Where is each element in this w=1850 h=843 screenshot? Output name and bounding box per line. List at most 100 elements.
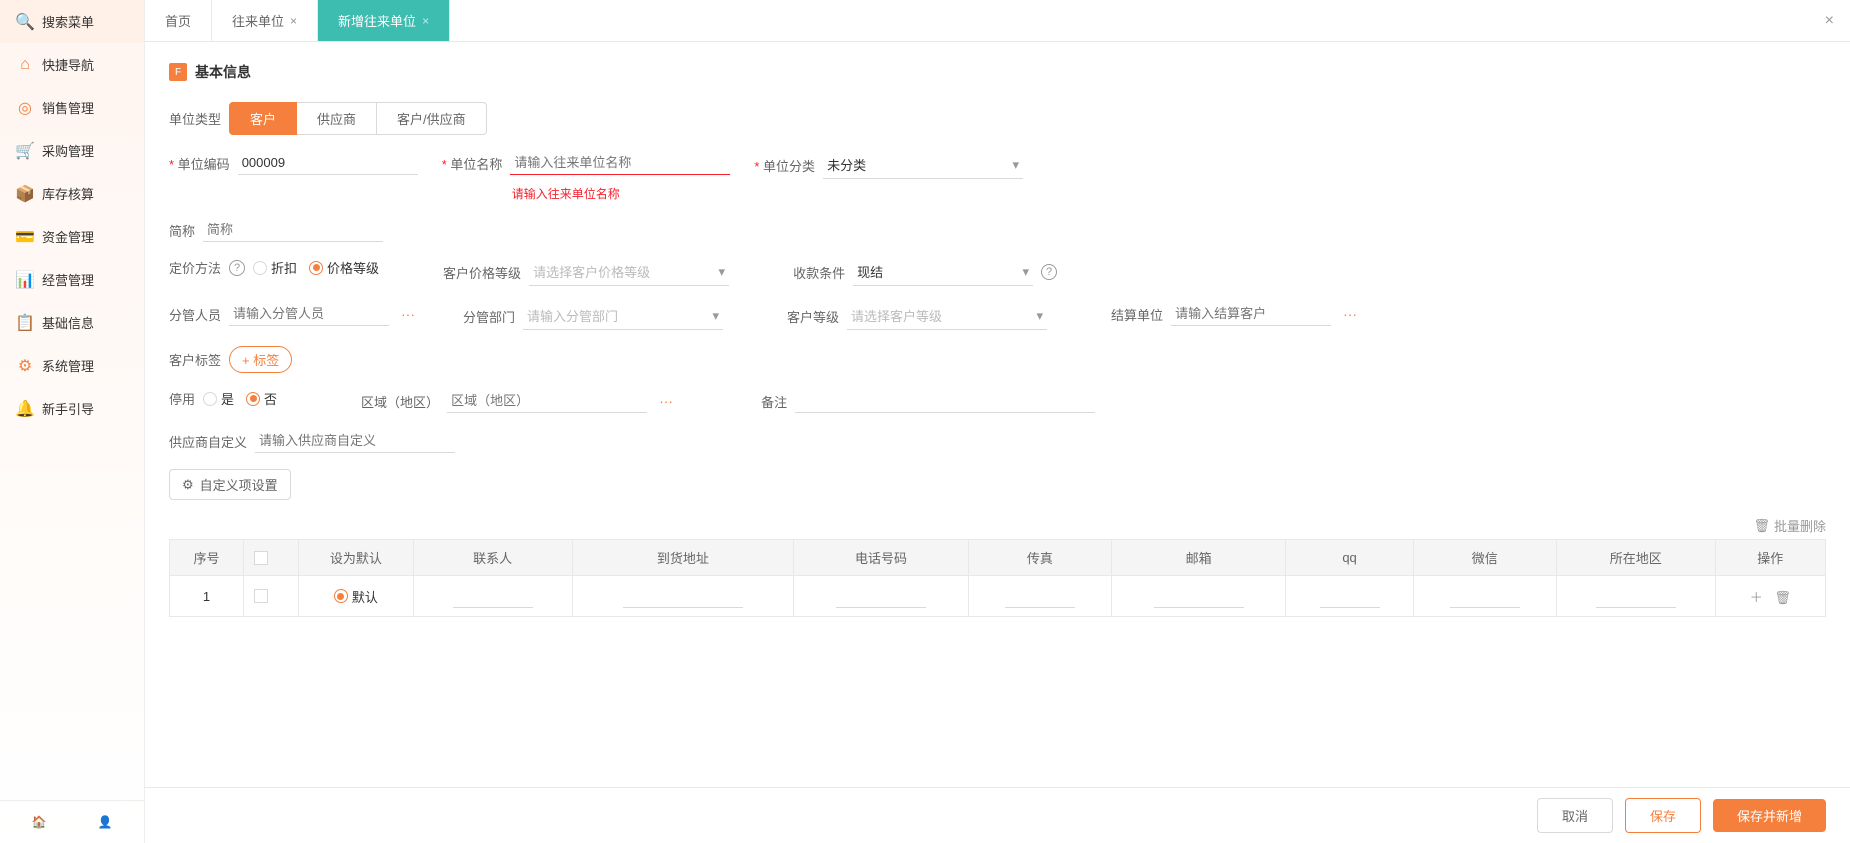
category-arrow-icon: ▾ bbox=[1013, 157, 1020, 173]
pricing-help-icon[interactable]: ? bbox=[229, 260, 245, 276]
form-group-region: 区域（地区） ··· bbox=[361, 389, 677, 413]
phone-input[interactable] bbox=[836, 584, 926, 608]
cell-email[interactable] bbox=[1111, 576, 1286, 617]
unit-category-select[interactable]: 未分类 ▾ bbox=[823, 151, 1023, 179]
settlement-more-icon[interactable]: ··· bbox=[1339, 306, 1361, 322]
cell-region[interactable] bbox=[1556, 576, 1715, 617]
tab-partners-close[interactable]: × bbox=[290, 14, 297, 28]
customer-level-arrow-icon: ▾ bbox=[1037, 308, 1044, 324]
pricing-radio-group: 折扣 价格等级 bbox=[253, 258, 379, 277]
tab-new-partner[interactable]: 新增往来单位 × bbox=[318, 0, 450, 41]
col-wechat: 微信 bbox=[1413, 540, 1556, 576]
cancel-button[interactable]: 取消 bbox=[1537, 798, 1613, 833]
price-level-label: 客户价格等级 bbox=[443, 263, 521, 282]
cell-fax[interactable] bbox=[968, 576, 1111, 617]
cell-qq[interactable] bbox=[1286, 576, 1413, 617]
tab-home[interactable]: 首页 bbox=[145, 0, 212, 41]
sidebar-item-operations[interactable]: 📊 经营管理 bbox=[0, 258, 144, 301]
payment-term-select[interactable]: 现结 ▾ bbox=[853, 258, 1033, 286]
sidebar-home-btn[interactable]: 🏠 bbox=[8, 809, 70, 835]
sidebar-item-basic-info[interactable]: 📋 基础信息 bbox=[0, 301, 144, 344]
sidebar-item-quick-nav[interactable]: ⌂ 快捷导航 bbox=[0, 43, 144, 86]
tab-partners[interactable]: 往来单位 × bbox=[212, 0, 318, 41]
section-header: F 基本信息 bbox=[169, 62, 1826, 82]
save-button[interactable]: 保存 bbox=[1625, 798, 1701, 833]
type-btn-customer[interactable]: 客户 bbox=[229, 102, 297, 135]
pricing-radio-level[interactable]: 价格等级 bbox=[309, 258, 379, 277]
row-add-icon[interactable]: ＋ bbox=[1750, 590, 1763, 605]
section-title: 基本信息 bbox=[195, 62, 251, 82]
region-more-icon[interactable]: ··· bbox=[655, 393, 677, 409]
customer-level-label: 客户等级 bbox=[787, 307, 839, 326]
disabled-yes-circle bbox=[203, 392, 217, 406]
form-row-shortname: 简称 bbox=[169, 218, 1826, 242]
sidebar-bottom: 🏠 👤 bbox=[0, 800, 144, 843]
sidebar-user-btn[interactable]: 👤 bbox=[74, 809, 136, 835]
save-new-button[interactable]: 保存并新增 bbox=[1713, 799, 1826, 832]
cell-contact[interactable] bbox=[413, 576, 572, 617]
sidebar-item-guide[interactable]: 🔔 新手引导 bbox=[0, 387, 144, 430]
table-header-row: 序号 设为默认 联系人 到货地址 电话号码 传真 邮箱 qq 微信 所在地区 操… bbox=[170, 540, 1826, 576]
contact-name-input[interactable] bbox=[453, 584, 533, 608]
unit-name-input[interactable] bbox=[510, 151, 730, 175]
finance-icon: 💳 bbox=[16, 228, 34, 246]
batch-delete-area: 🗑 批量删除 bbox=[169, 516, 1826, 535]
form-row-unit-type: 单位类型 客户 供应商 客户/供应商 bbox=[169, 102, 1826, 135]
cell-checkbox[interactable] bbox=[243, 576, 298, 617]
default-radio[interactable]: 默认 bbox=[309, 587, 403, 606]
form-group-payment-term: 收款条件 现结 ▾ ? bbox=[793, 258, 1057, 286]
unit-code-input[interactable] bbox=[238, 151, 418, 175]
sidebar-item-search[interactable]: 🔍 搜索菜单 bbox=[0, 0, 144, 43]
pricing-radio-discount[interactable]: 折扣 bbox=[253, 258, 297, 277]
supplier-custom-input[interactable] bbox=[255, 429, 455, 453]
sidebar-item-sales[interactable]: ◎ 销售管理 bbox=[0, 86, 144, 129]
cell-address[interactable] bbox=[572, 576, 794, 617]
cell-wechat[interactable] bbox=[1413, 576, 1556, 617]
basic-info-icon: 📋 bbox=[16, 314, 34, 332]
batch-delete-label[interactable]: 批量删除 bbox=[1774, 516, 1826, 535]
sidebar-item-purchase[interactable]: 🛒 采购管理 bbox=[0, 129, 144, 172]
type-btn-both[interactable]: 客户/供应商 bbox=[377, 102, 487, 135]
sidebar-item-system[interactable]: ⚙ 系统管理 bbox=[0, 344, 144, 387]
payment-term-help-icon[interactable]: ? bbox=[1041, 264, 1057, 280]
qq-input[interactable] bbox=[1320, 584, 1380, 608]
settlement-label: 结算单位 bbox=[1111, 305, 1163, 324]
settlement-input[interactable] bbox=[1171, 302, 1331, 326]
short-name-input[interactable] bbox=[203, 218, 383, 242]
row-checkbox[interactable] bbox=[254, 589, 268, 603]
manager-more-icon[interactable]: ··· bbox=[397, 306, 419, 322]
page-footer: 取消 保存 保存并新增 bbox=[145, 787, 1850, 843]
row-region-input[interactable] bbox=[1596, 584, 1676, 608]
add-tag-button[interactable]: + 标签 bbox=[229, 346, 292, 373]
form-row-pricing: 定价方法 ? 折扣 价格等级 客户价格等级 请选择客户价格等级 bbox=[169, 258, 1826, 286]
region-input[interactable] bbox=[447, 389, 647, 413]
disabled-yes[interactable]: 是 bbox=[203, 389, 234, 408]
custom-settings-button[interactable]: ⚙ 自定义项设置 bbox=[169, 469, 291, 500]
main-area: 首页 往来单位 × 新增往来单位 × × F 基本信息 单位类型 客户 供应商 … bbox=[145, 0, 1850, 843]
tab-bar-close[interactable]: × bbox=[1809, 12, 1850, 30]
disabled-no-circle bbox=[246, 392, 260, 406]
address-input[interactable] bbox=[623, 584, 743, 608]
department-arrow-icon: ▾ bbox=[713, 308, 720, 324]
wechat-input[interactable] bbox=[1450, 584, 1520, 608]
disabled-no[interactable]: 否 bbox=[246, 389, 277, 408]
customer-level-select[interactable]: 请选择客户等级 ▾ bbox=[847, 302, 1047, 330]
section-icon: F bbox=[169, 63, 187, 81]
row-delete-icon[interactable]: 🗑 bbox=[1774, 590, 1791, 605]
form-group-unit-code: 单位编码 bbox=[169, 151, 418, 175]
sidebar-item-inventory[interactable]: 📦 库存核算 bbox=[0, 172, 144, 215]
fax-input[interactable] bbox=[1005, 584, 1075, 608]
form-group-tags: 客户标签 + 标签 bbox=[169, 346, 292, 373]
email-input[interactable] bbox=[1154, 584, 1244, 608]
sidebar-item-finance[interactable]: 💳 资金管理 bbox=[0, 215, 144, 258]
col-fax: 传真 bbox=[968, 540, 1111, 576]
cell-phone[interactable] bbox=[794, 576, 969, 617]
department-select[interactable]: 请输入分管部门 ▾ bbox=[523, 302, 723, 330]
remark-input[interactable] bbox=[795, 389, 1095, 413]
manager-input[interactable] bbox=[229, 302, 389, 326]
select-all-checkbox[interactable] bbox=[254, 551, 268, 565]
type-btn-supplier[interactable]: 供应商 bbox=[297, 102, 377, 135]
tab-new-partner-close[interactable]: × bbox=[422, 14, 429, 28]
col-qq: qq bbox=[1286, 540, 1413, 576]
price-level-select[interactable]: 请选择客户价格等级 ▾ bbox=[529, 258, 729, 286]
